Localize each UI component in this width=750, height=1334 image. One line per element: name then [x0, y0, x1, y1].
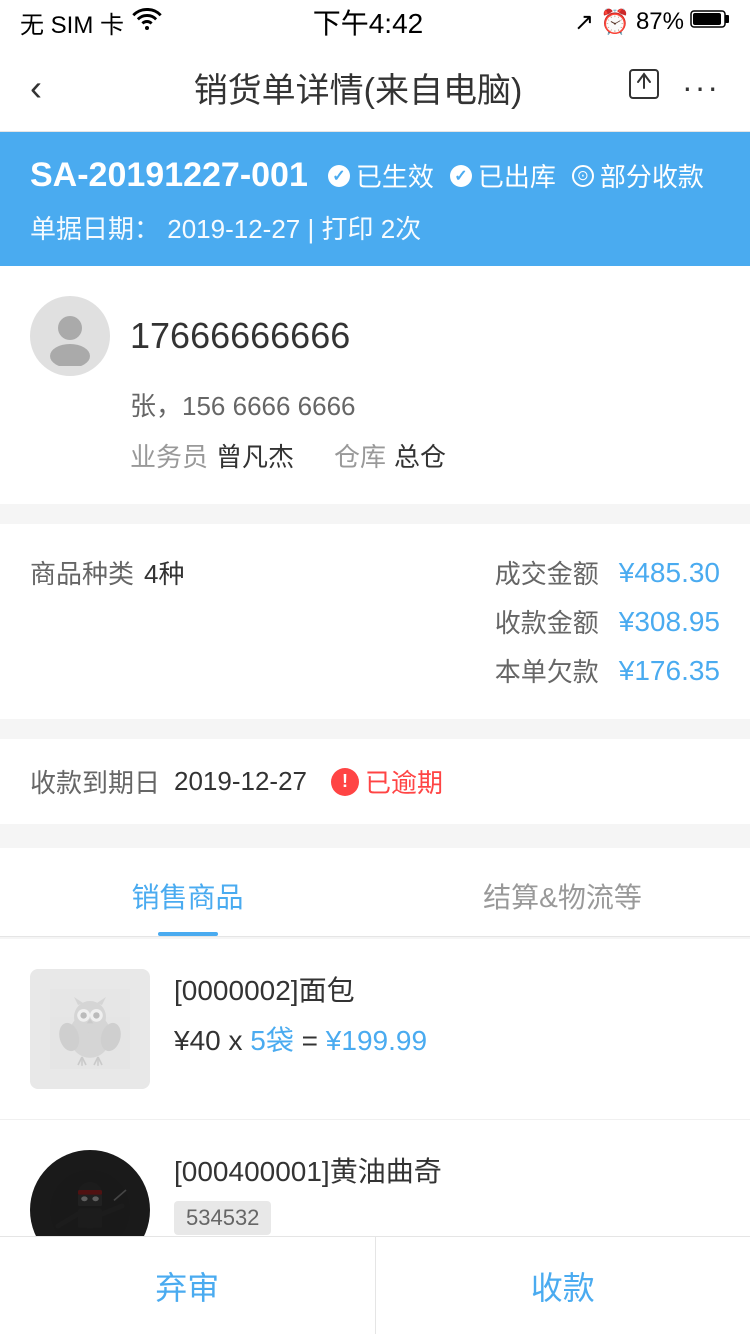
due-section: 收款到期日 2019-12-27 ! 已逾期: [0, 739, 750, 824]
date-separator: |: [307, 214, 321, 244]
status-shipped: ✓ 已出库: [450, 157, 556, 194]
product-name: [0000002]面包: [174, 969, 720, 1009]
customer-section: 17666666666 张，156 6666 6666 业务员 曾凡杰 仓库 总…: [0, 266, 750, 504]
order-date: 2019-12-27: [167, 214, 300, 244]
deal-amount-label: 成交金额: [495, 554, 599, 591]
print-count-val: 2: [381, 214, 395, 244]
due-label: 收款到期日: [30, 763, 160, 800]
overdue-text: 已逾期: [365, 763, 443, 800]
tab-settlement-label: 结算&物流等: [483, 882, 642, 913]
tab-sales-label: 销售商品: [131, 882, 243, 913]
product-details: [0000002]面包 ¥40 x 5袋 = ¥199.99: [174, 969, 720, 1059]
shipped-icon: ✓: [450, 165, 472, 187]
cancel-review-button[interactable]: 弃审: [0, 1237, 376, 1334]
product-title: 面包: [299, 975, 355, 1006]
effective-label: 已生效: [356, 157, 434, 194]
nav-actions: ···: [626, 66, 720, 109]
stats-section: 商品种类 4种 成交金额 ¥485.30 收款金额 ¥308.95 本单欠款 ¥…: [0, 524, 750, 719]
avatar: [30, 296, 110, 376]
product-price-row: ¥40 x 5袋 = ¥199.99: [174, 1019, 720, 1059]
price-separator: x: [229, 1025, 251, 1056]
eq-sign: =: [302, 1025, 326, 1056]
product-name-2: [000400001]黄油曲奇: [174, 1150, 720, 1190]
order-row: SA-20191227-001 ✓ 已生效 ✓ 已出库 ⊙ 部分收款: [30, 156, 720, 195]
overdue-icon: !: [331, 768, 359, 796]
status-tags: ✓ 已生效 ✓ 已出库 ⊙ 部分收款: [328, 157, 704, 194]
product-qty: 5袋: [250, 1025, 294, 1056]
debt-value: ¥176.35: [619, 655, 720, 687]
collected-row: 收款金额 ¥308.95: [495, 603, 720, 640]
debt-row: 本单欠款 ¥176.35: [495, 652, 720, 689]
product-code-2: [000400001]: [174, 1156, 330, 1187]
overdue-badge: ! 已逾期: [331, 763, 443, 800]
collect-button[interactable]: 收款: [376, 1237, 750, 1334]
salesman-label: 业务员: [130, 437, 208, 474]
warehouse-value: 总仓: [394, 437, 446, 474]
cancel-label: 弃审: [155, 1263, 219, 1309]
customer-phone: 17666666666: [130, 315, 350, 357]
header-date: 单据日期： 2019-12-27 | 打印 2次: [30, 209, 720, 246]
header-banner: SA-20191227-001 ✓ 已生效 ✓ 已出库 ⊙ 部分收款 单据日期：…: [0, 132, 750, 266]
product-types-value: 4种: [144, 554, 184, 591]
tab-settlement[interactable]: 结算&物流等: [375, 848, 750, 936]
financial-stats: 成交金额 ¥485.30 收款金额 ¥308.95 本单欠款 ¥176.35: [375, 554, 720, 689]
customer-info-row: 业务员 曾凡杰 仓库 总仓: [130, 437, 720, 474]
print-label: 打印: [321, 214, 373, 244]
back-button[interactable]: ‹: [30, 67, 90, 109]
debt-label: 本单欠款: [495, 652, 599, 689]
alarm-icon: ⏰: [600, 8, 630, 37]
location-icon: ↗: [574, 8, 594, 37]
product-types: 商品种类 4种: [30, 554, 375, 591]
customer-name: 张，156 6666 6666: [130, 386, 720, 423]
product-types-label: 商品种类: [30, 554, 134, 591]
order-number: SA-20191227-001: [30, 156, 308, 195]
product-code: [0000002]: [174, 975, 299, 1006]
customer-row: 17666666666: [30, 296, 720, 376]
status-effective: ✓ 已生效: [328, 157, 434, 194]
product-total: ¥199.99: [326, 1025, 427, 1056]
more-icon[interactable]: ···: [682, 69, 720, 106]
product-batch: 534532: [174, 1201, 271, 1235]
wifi-icon: [132, 8, 162, 37]
warehouse-label: 仓库: [334, 437, 386, 474]
print-unit: 次: [395, 214, 421, 244]
nav-bar: ‹ 销货单详情(来自电脑) ···: [0, 44, 750, 132]
shipped-label: 已出库: [478, 157, 556, 194]
product-title-2: 黄油曲奇: [330, 1156, 442, 1187]
page-title: 销货单详情(来自电脑): [194, 63, 523, 112]
product-item: 贝+ [0000002]面包 ¥40 x 5袋 = ¥199.99: [0, 939, 750, 1120]
tab-sales-products[interactable]: 销售商品: [0, 848, 375, 936]
status-partial: ⊙ 部分收款: [572, 157, 704, 194]
effective-icon: ✓: [328, 165, 350, 187]
collected-label: 收款金额: [495, 603, 599, 640]
bottom-actions: 弃审 收款: [0, 1236, 750, 1334]
status-right: ↗ ⏰ 87%: [574, 8, 730, 37]
product-thumbnail: 贝+: [30, 969, 150, 1089]
product-price: ¥40: [174, 1025, 221, 1056]
carrier-text: 无 SIM 卡: [20, 5, 124, 40]
status-bar: 无 SIM 卡 下午4:42 ↗ ⏰ 87%: [0, 0, 750, 44]
battery-icon: [690, 8, 730, 37]
tabs-row: 销售商品 结算&物流等: [0, 848, 750, 937]
time-display: 下午4:42: [313, 2, 424, 42]
deal-amount-value: ¥485.30: [619, 557, 720, 589]
deal-amount-row: 成交金额 ¥485.30: [495, 554, 720, 591]
due-date: 2019-12-27: [174, 766, 307, 797]
share-icon[interactable]: [626, 66, 662, 109]
collect-label: 收款: [531, 1263, 595, 1309]
date-label: 单据日期：: [30, 214, 160, 244]
partial-label: 部分收款: [600, 157, 704, 194]
status-left: 无 SIM 卡: [20, 5, 162, 40]
partial-icon: ⊙: [572, 165, 594, 187]
battery-text: 87%: [636, 8, 684, 36]
salesman-value: 曾凡杰: [216, 437, 294, 474]
collected-value: ¥308.95: [619, 606, 720, 638]
